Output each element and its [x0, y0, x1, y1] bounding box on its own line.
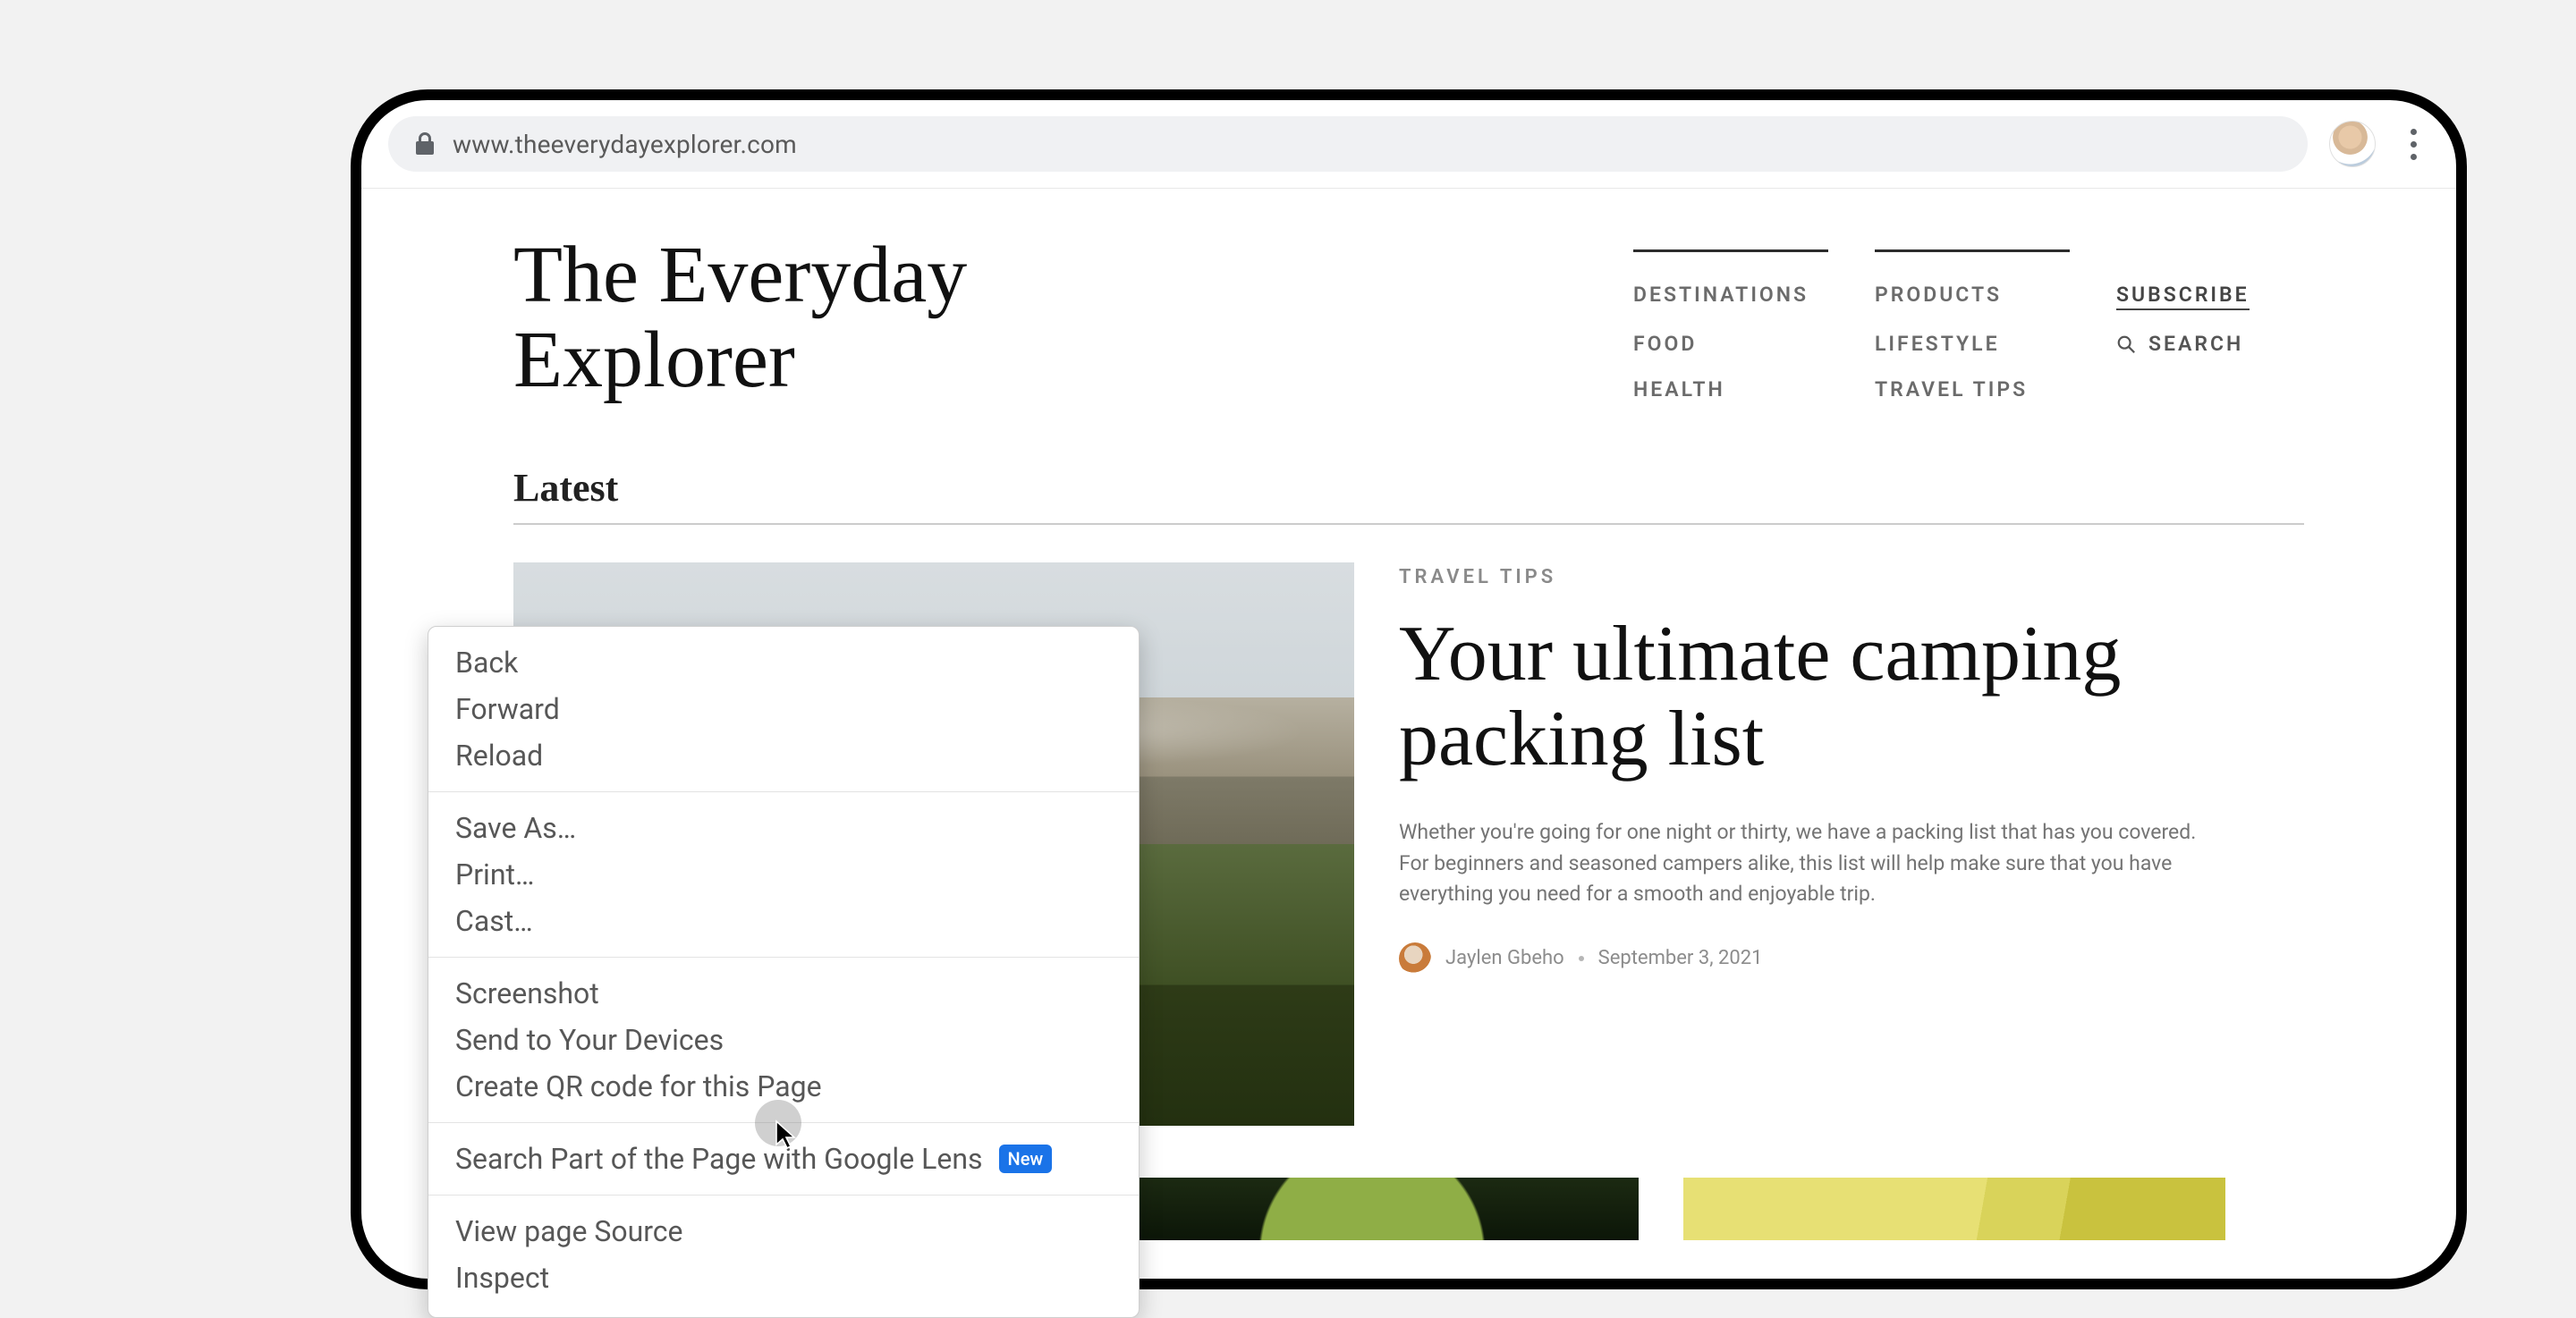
- nav-search-label: SEARCH: [2148, 332, 2243, 356]
- address-bar[interactable]: www.theeverydayexplorer.com: [388, 116, 2308, 172]
- context-menu-view-source[interactable]: View page Source: [428, 1208, 1139, 1255]
- context-menu-send-to-devices[interactable]: Send to Your Devices: [428, 1017, 1139, 1063]
- article-title[interactable]: Your ultimate camping packing list: [1399, 612, 2304, 782]
- browser-menu-button[interactable]: [2397, 123, 2429, 165]
- context-menu-separator: [428, 791, 1139, 792]
- context-menu-inspect[interactable]: Inspect: [428, 1255, 1139, 1301]
- context-menu-separator: [428, 957, 1139, 958]
- new-badge: New: [999, 1145, 1053, 1173]
- lock-icon: [415, 132, 435, 156]
- nav-products[interactable]: PRODUCTS: [1875, 283, 2107, 310]
- context-menu-screenshot[interactable]: Screenshot: [428, 970, 1139, 1017]
- byline-separator: [1579, 956, 1584, 961]
- browser-toolbar: www.theeverydayexplorer.com: [361, 100, 2456, 189]
- nav-search[interactable]: SEARCH: [2116, 332, 2304, 356]
- article-body: TRAVEL TIPS Your ultimate camping packin…: [1399, 562, 2304, 1126]
- context-menu-create-qr[interactable]: Create QR code for this Page: [428, 1063, 1139, 1110]
- context-menu-reload[interactable]: Reload: [428, 732, 1139, 779]
- section-heading-latest: Latest: [513, 465, 2304, 525]
- context-menu-save-as[interactable]: Save As…: [428, 805, 1139, 851]
- context-menu-separator: [428, 1122, 1139, 1123]
- primary-nav: DESTINATIONS PRODUCTS SUBSCRIBE FOOD LIF…: [1633, 233, 2304, 401]
- thumbnail-3[interactable]: [1683, 1178, 2225, 1240]
- context-menu-forward[interactable]: Forward: [428, 686, 1139, 732]
- site-header: The Everyday Explorer DESTINATIONS PRODU…: [513, 233, 2304, 402]
- nav-food[interactable]: FOOD: [1633, 332, 1866, 356]
- thumbnail-2[interactable]: [1106, 1178, 1639, 1240]
- author-avatar[interactable]: [1399, 942, 1431, 975]
- context-menu-print[interactable]: Print…: [428, 851, 1139, 898]
- nav-col-spacer: [2116, 249, 2304, 261]
- nav-health[interactable]: HEALTH: [1633, 377, 1866, 401]
- article-date: September 3, 2021: [1598, 947, 1763, 969]
- site-title: The Everyday Explorer: [513, 233, 1086, 402]
- nav-col-accent: [1875, 249, 2107, 261]
- author-name[interactable]: Jaylen Gbeho: [1445, 947, 1564, 969]
- context-menu-search-lens[interactable]: Search Part of the Page with Google Lens…: [428, 1136, 1139, 1182]
- context-menu-cast[interactable]: Cast…: [428, 898, 1139, 944]
- nav-destinations[interactable]: DESTINATIONS: [1633, 283, 1866, 310]
- article-byline: Jaylen Gbeho September 3, 2021: [1399, 942, 2304, 975]
- url-text: www.theeverydayexplorer.com: [453, 130, 797, 159]
- article-category[interactable]: TRAVEL TIPS: [1399, 566, 2304, 588]
- context-menu-back[interactable]: Back: [428, 639, 1139, 686]
- nav-lifestyle[interactable]: LIFESTYLE: [1875, 332, 2107, 356]
- search-icon: [2116, 334, 2136, 354]
- context-menu-search-lens-label: Search Part of the Page with Google Lens: [455, 1142, 983, 1176]
- nav-col-accent: [1633, 249, 1866, 261]
- context-menu: Back Forward Reload Save As… Print… Cast…: [428, 626, 1140, 1318]
- nav-subscribe[interactable]: SUBSCRIBE: [2116, 283, 2250, 310]
- profile-avatar[interactable]: [2329, 121, 2376, 167]
- article-excerpt: Whether you're going for one night or th…: [1399, 817, 2204, 910]
- nav-travel-tips[interactable]: TRAVEL TIPS: [1875, 377, 2107, 401]
